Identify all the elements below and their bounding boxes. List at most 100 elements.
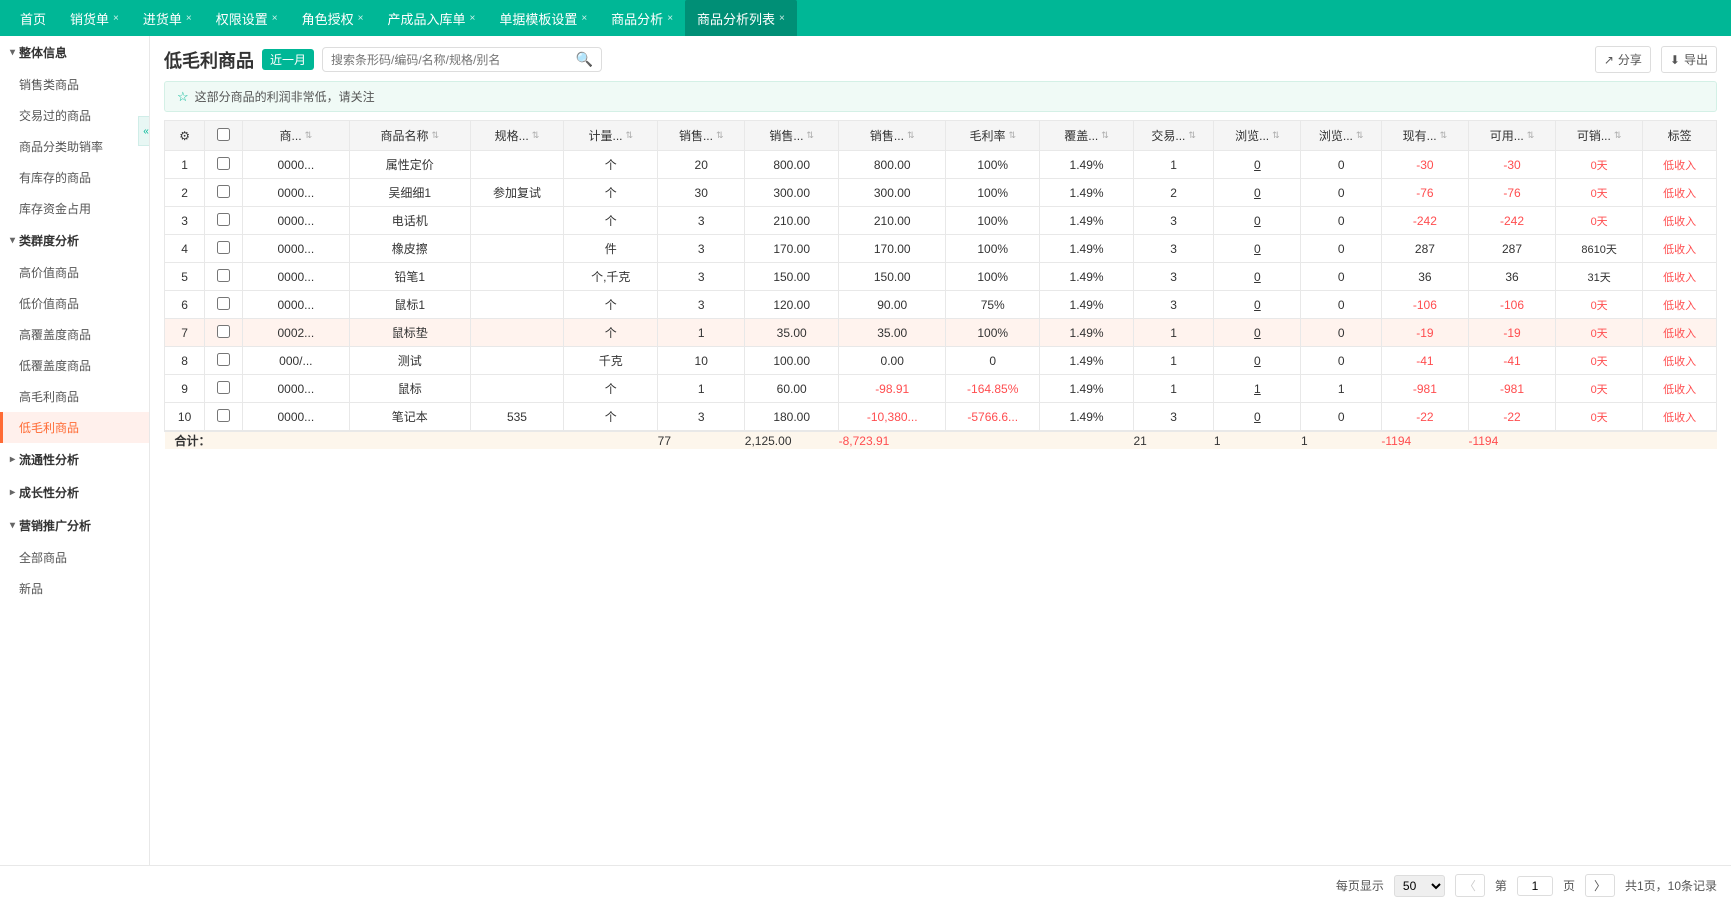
sidebar-item-有库存的商品[interactable]: 有库存的商品 xyxy=(0,162,149,193)
cell-checkbox[interactable] xyxy=(205,263,243,291)
nav-item-产成品入库单[interactable]: 产成品入库单× xyxy=(375,0,487,36)
nav-item-商品分析列表[interactable]: 商品分析列表× xyxy=(685,0,797,36)
cell-checkbox[interactable] xyxy=(205,375,243,403)
row-checkbox[interactable] xyxy=(217,381,230,394)
browse-link[interactable]: 0 xyxy=(1254,354,1261,368)
cell-checkbox[interactable] xyxy=(205,207,243,235)
sidebar-item-新品[interactable]: 新品 xyxy=(0,573,149,604)
cell-checkbox[interactable] xyxy=(205,235,243,263)
nav-item-商品分析[interactable]: 商品分析× xyxy=(599,0,685,36)
prev-page-btn[interactable]: 〈 xyxy=(1455,874,1485,897)
sidebar-item-高价值商品[interactable]: 高价值商品 xyxy=(0,257,149,288)
nav-item-角色授权[interactable]: 角色授权× xyxy=(290,0,376,36)
export-button[interactable]: ⬇ 导出 xyxy=(1661,46,1717,73)
search-input[interactable] xyxy=(331,53,570,67)
row-checkbox[interactable] xyxy=(217,241,230,254)
sidebar-item-库存资金占用[interactable]: 库存资金占用 xyxy=(0,193,149,224)
cell-browse1[interactable]: 0 xyxy=(1214,151,1301,179)
browse-link[interactable]: 0 xyxy=(1254,410,1261,424)
browse-link[interactable]: 0 xyxy=(1254,270,1261,284)
next-page-btn[interactable]: 〉 xyxy=(1585,874,1615,897)
sidebar-group-营销推广分析[interactable]: ▾营销推广分析 xyxy=(0,509,149,542)
select-all-checkbox[interactable] xyxy=(217,128,230,141)
col-header-code[interactable]: 商...⇅ xyxy=(242,121,349,151)
sidebar-item-低毛利商品[interactable]: 低毛利商品 xyxy=(0,412,149,443)
row-checkbox[interactable] xyxy=(217,353,230,366)
cell-browse1[interactable]: 0 xyxy=(1214,347,1301,375)
cell-checkbox[interactable] xyxy=(205,347,243,375)
sidebar-item-销售类商品[interactable]: 销售类商品 xyxy=(0,69,149,100)
col-header-browse2[interactable]: 浏览...⇅ xyxy=(1301,121,1381,151)
sidebar-group-流通性分析[interactable]: ▸流通性分析 xyxy=(0,443,149,476)
col-header-trade[interactable]: 交易...⇅ xyxy=(1133,121,1213,151)
cell-browse1[interactable]: 0 xyxy=(1214,179,1301,207)
search-icon[interactable]: 🔍 xyxy=(576,51,593,68)
nav-item-进货单[interactable]: 进货单× xyxy=(131,0,204,36)
col-header-browse1[interactable]: 浏览...⇅ xyxy=(1214,121,1301,151)
browse-link[interactable]: 0 xyxy=(1254,298,1261,312)
cell-checkbox[interactable] xyxy=(205,291,243,319)
cell-browse1[interactable]: 0 xyxy=(1214,403,1301,432)
browse-link[interactable]: 0 xyxy=(1254,214,1261,228)
row-checkbox[interactable] xyxy=(217,185,230,198)
nav-close-icon[interactable]: × xyxy=(581,13,587,24)
col-header-name[interactable]: 商品名称⇅ xyxy=(349,121,470,151)
per-page-select[interactable]: 50 100 200 xyxy=(1394,875,1445,897)
col-header-coverage[interactable]: 覆盖...⇅ xyxy=(1040,121,1134,151)
nav-close-icon[interactable]: × xyxy=(358,13,364,24)
cell-checkbox[interactable] xyxy=(205,151,243,179)
browse-link[interactable]: 0 xyxy=(1254,186,1261,200)
cell-checkbox[interactable] xyxy=(205,403,243,432)
nav-close-icon[interactable]: × xyxy=(779,13,785,24)
sidebar-item-高毛利商品[interactable]: 高毛利商品 xyxy=(0,381,149,412)
cell-browse1[interactable]: 0 xyxy=(1214,291,1301,319)
sidebar-item-低覆盖度商品[interactable]: 低覆盖度商品 xyxy=(0,350,149,381)
cell-browse1[interactable]: 0 xyxy=(1214,235,1301,263)
nav-item-销货单[interactable]: 销货单× xyxy=(58,0,131,36)
col-header-current_stock[interactable]: 现有...⇅ xyxy=(1381,121,1468,151)
sidebar-group-成长性分析[interactable]: ▸成长性分析 xyxy=(0,476,149,509)
sidebar-collapse-btn[interactable]: « xyxy=(138,116,150,146)
cell-browse1[interactable]: 0 xyxy=(1214,207,1301,235)
col-header-sales_price[interactable]: 销售...⇅ xyxy=(745,121,839,151)
share-button[interactable]: ↗ 分享 xyxy=(1595,46,1651,73)
col-header-spec[interactable]: 规格...⇅ xyxy=(470,121,564,151)
nav-close-icon[interactable]: × xyxy=(113,13,119,24)
nav-close-icon[interactable]: × xyxy=(667,13,673,24)
col-header-available[interactable]: 可用...⇅ xyxy=(1468,121,1555,151)
sidebar-item-全部商品[interactable]: 全部商品 xyxy=(0,542,149,573)
sidebar-item-商品分类助销率[interactable]: 商品分类助销率 xyxy=(0,131,149,162)
time-tag-btn[interactable]: 近一月 xyxy=(262,49,314,70)
col-header-gross_margin[interactable]: 毛利率⇅ xyxy=(946,121,1040,151)
page-input[interactable] xyxy=(1517,876,1553,896)
sidebar-item-高覆盖度商品[interactable]: 高覆盖度商品 xyxy=(0,319,149,350)
sidebar-item-交易过的商品[interactable]: 交易过的商品 xyxy=(0,100,149,131)
cell-browse1[interactable]: 1 xyxy=(1214,375,1301,403)
cell-checkbox[interactable] xyxy=(205,319,243,347)
sidebar-item-低价值商品[interactable]: 低价值商品 xyxy=(0,288,149,319)
browse-link[interactable]: 0 xyxy=(1254,242,1261,256)
cell-browse1[interactable]: 0 xyxy=(1214,263,1301,291)
sidebar-group-类群度分析[interactable]: ▾类群度分析 xyxy=(0,224,149,257)
nav-close-icon[interactable]: × xyxy=(272,13,278,24)
row-checkbox[interactable] xyxy=(217,157,230,170)
row-checkbox[interactable] xyxy=(217,297,230,310)
col-header-sellable[interactable]: 可销...⇅ xyxy=(1556,121,1643,151)
browse-link[interactable]: 1 xyxy=(1254,382,1261,396)
row-checkbox[interactable] xyxy=(217,409,230,422)
cell-browse1[interactable]: 0 xyxy=(1214,319,1301,347)
nav-close-icon[interactable]: × xyxy=(469,13,475,24)
nav-close-icon[interactable]: × xyxy=(186,13,192,24)
col-header-unit[interactable]: 计量...⇅ xyxy=(564,121,658,151)
col-header-sales_qty[interactable]: 销售...⇅ xyxy=(658,121,745,151)
sidebar-group-整体信息[interactable]: ▾整体信息 xyxy=(0,36,149,69)
nav-item-单据模板设置[interactable]: 单据模板设置× xyxy=(487,0,599,36)
cell-checkbox[interactable] xyxy=(205,179,243,207)
nav-item-首页[interactable]: 首页 xyxy=(8,0,58,36)
row-checkbox[interactable] xyxy=(217,269,230,282)
gear-icon[interactable]: ⚙ xyxy=(179,129,190,143)
browse-link[interactable]: 0 xyxy=(1254,158,1261,172)
nav-item-权限设置[interactable]: 权限设置× xyxy=(204,0,290,36)
row-checkbox[interactable] xyxy=(217,325,230,338)
row-checkbox[interactable] xyxy=(217,213,230,226)
